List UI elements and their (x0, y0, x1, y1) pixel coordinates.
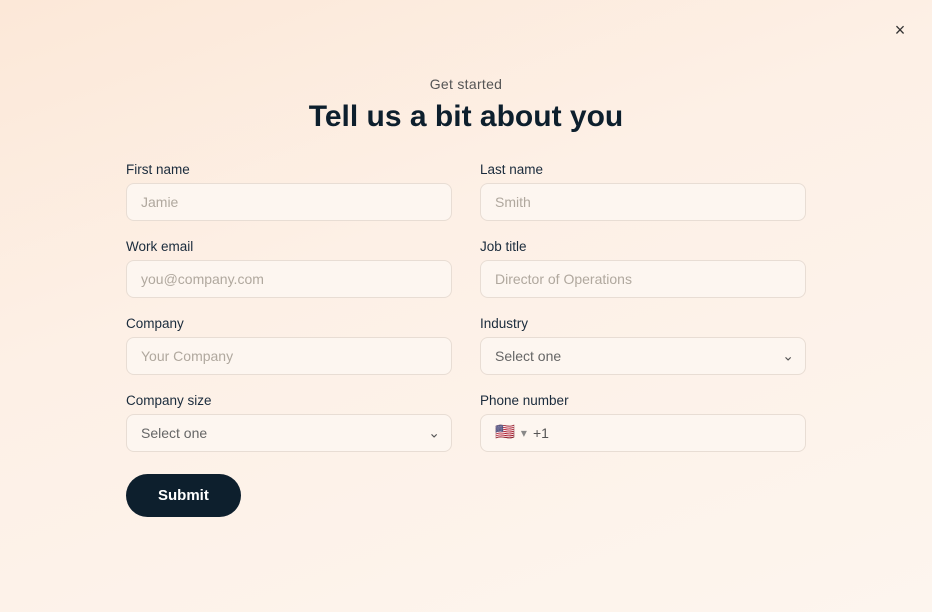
form-grid: First name Last name Work email Job titl… (126, 162, 806, 452)
phone-actual-input[interactable] (555, 415, 791, 451)
first-name-input[interactable] (126, 183, 452, 221)
phone-separator: ▾ (521, 426, 527, 440)
get-started-label: Get started (126, 76, 806, 92)
submit-row: Submit (126, 474, 806, 517)
modal-content: Get started Tell us a bit about you Firs… (86, 56, 846, 557)
last-name-group: Last name (480, 162, 806, 221)
phone-number-label: Phone number (480, 393, 806, 408)
industry-group: Industry Select one Technology Finance H… (480, 316, 806, 375)
company-size-select[interactable]: Select one 1–10 11–50 51–200 201–500 500… (126, 414, 452, 452)
company-group: Company (126, 316, 452, 375)
company-size-select-wrapper: Select one 1–10 11–50 51–200 201–500 500… (126, 414, 452, 452)
first-name-label: First name (126, 162, 452, 177)
close-button[interactable]: × (886, 16, 914, 44)
job-title-input[interactable] (480, 260, 806, 298)
last-name-input[interactable] (480, 183, 806, 221)
company-label: Company (126, 316, 452, 331)
signup-form: First name Last name Work email Job titl… (126, 162, 806, 517)
industry-select[interactable]: Select one Technology Finance Healthcare… (480, 337, 806, 375)
industry-label: Industry (480, 316, 806, 331)
last-name-label: Last name (480, 162, 806, 177)
submit-button[interactable]: Submit (126, 474, 241, 517)
job-title-group: Job title (480, 239, 806, 298)
work-email-group: Work email (126, 239, 452, 298)
company-size-label: Company size (126, 393, 452, 408)
industry-select-wrapper: Select one Technology Finance Healthcare… (480, 337, 806, 375)
phone-input-wrapper: 🇺🇸 ▾ +1 (480, 414, 806, 452)
main-title: Tell us a bit about you (126, 100, 806, 134)
phone-flag-icon: 🇺🇸 (495, 425, 515, 441)
company-size-group: Company size Select one 1–10 11–50 51–20… (126, 393, 452, 452)
work-email-label: Work email (126, 239, 452, 254)
job-title-label: Job title (480, 239, 806, 254)
modal-overlay: × Get started Tell us a bit about you Fi… (0, 0, 932, 612)
company-input[interactable] (126, 337, 452, 375)
work-email-input[interactable] (126, 260, 452, 298)
phone-country-code: +1 (533, 425, 549, 441)
phone-number-group: Phone number 🇺🇸 ▾ +1 (480, 393, 806, 452)
first-name-group: First name (126, 162, 452, 221)
